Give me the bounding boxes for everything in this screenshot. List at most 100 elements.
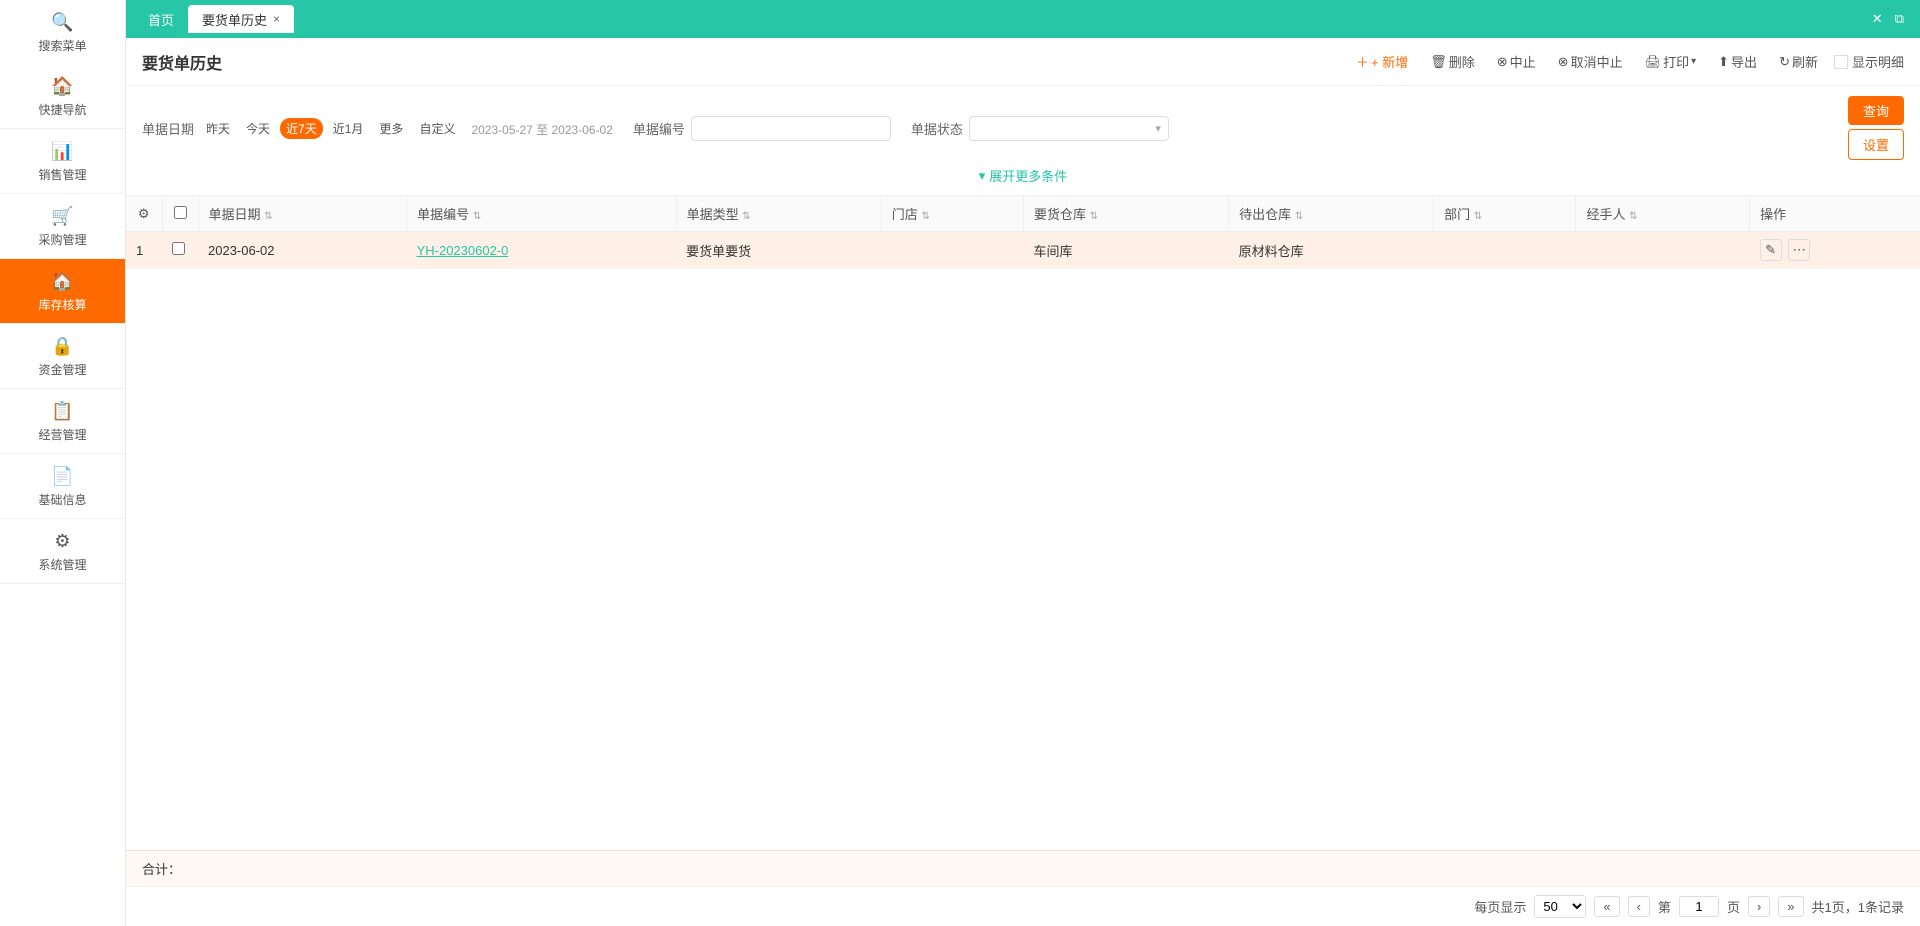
delete-button[interactable]: 🗑 删除	[1424, 48, 1481, 75]
per-page-select[interactable]: 50 10 20 100	[1534, 895, 1586, 918]
pagination: 每页显示 50 10 20 100 « ‹ 第 页 › » 共1页，1条记录	[126, 886, 1920, 926]
page-label: 第	[1658, 897, 1671, 916]
refresh-button[interactable]: ↻ 刷新	[1773, 48, 1824, 75]
first-page-btn[interactable]: «	[1594, 896, 1619, 917]
sort-pending-warehouse-icon: ⇅	[1295, 211, 1303, 222]
page-header: 要货单历史 ＋ + 新增 🗑 删除 ⊗ 中止 ⊗ 取消中止	[126, 38, 1920, 86]
tab-home[interactable]: 首页	[134, 5, 188, 33]
doc-status-wrapper: ▾	[969, 116, 1169, 141]
print-button[interactable]: 🖨 打印 ▾	[1639, 48, 1703, 75]
refresh-icon: ↻	[1779, 54, 1790, 70]
doc-no-label: 单据编号	[633, 119, 685, 138]
doc-status-filter-group: 单据状态 ▾	[911, 116, 1169, 141]
td-num: 1	[126, 232, 162, 269]
prev-page-btn[interactable]: ‹	[1628, 896, 1650, 917]
tabs-bar: 首页 要货单历史 × ✕ ⧉	[126, 0, 1920, 38]
doc-no-link[interactable]: YH-20230602-0	[417, 243, 509, 258]
tab-close-icon[interactable]: ×	[273, 12, 280, 26]
tab-requisition-history[interactable]: 要货单历史 ×	[188, 5, 294, 33]
stop-icon: ⊗	[1497, 54, 1508, 70]
main-area: 首页 要货单历史 × ✕ ⧉ 要货单历史 ＋ + 新增 🗑 删除	[126, 0, 1920, 926]
date-filter-group: 单据日期 昨天 今天 近7天 近1月 更多 自定义 2023-05-27 至 2…	[142, 118, 613, 139]
sidebar-item-inventory[interactable]: 🏠 库存核算	[0, 259, 125, 324]
th-actions: 操作	[1750, 196, 1920, 232]
sort-req-warehouse-icon: ⇅	[1090, 211, 1098, 222]
new-button[interactable]: ＋ + 新增	[1350, 48, 1414, 75]
sort-doc-type-icon: ⇅	[742, 211, 750, 222]
expand-more-btn[interactable]: ▾ 展开更多条件	[142, 166, 1904, 185]
th-handler[interactable]: 经手人 ⇅	[1576, 196, 1750, 232]
sort-store-icon: ⇅	[921, 211, 929, 222]
lock-icon: 🔒	[51, 336, 73, 357]
chevron-down-icon: ▾	[979, 168, 986, 184]
th-checkbox[interactable]	[162, 196, 198, 232]
th-doc-no[interactable]: 单据编号 ⇅	[407, 196, 677, 232]
total-label: 合计：	[142, 862, 181, 877]
export-icon: ⬆	[1718, 54, 1729, 70]
footer-total: 合计：	[126, 850, 1920, 886]
doc-no-input[interactable]	[691, 116, 891, 141]
td-actions: ✎ ⋯	[1750, 232, 1920, 269]
home-icon: 🏠	[51, 76, 73, 97]
date-filter-label: 单据日期	[142, 119, 194, 138]
sidebar-item-system[interactable]: ⚙ 系统管理	[0, 519, 125, 584]
last-page-btn[interactable]: »	[1778, 896, 1803, 917]
td-checkbox[interactable]	[162, 232, 198, 269]
window-restore-btn[interactable]: ⧉	[1895, 11, 1904, 27]
page-input[interactable]	[1679, 896, 1719, 917]
custom-btn[interactable]: 自定义	[413, 118, 461, 139]
doc-status-label: 单据状态	[911, 119, 963, 138]
sidebar-item-finance[interactable]: 🔒 资金管理	[0, 324, 125, 389]
next-page-btn[interactable]: ›	[1748, 896, 1770, 917]
print-icon: 🖨	[1645, 54, 1662, 70]
td-doc-no[interactable]: YH-20230602-0	[407, 232, 677, 269]
th-store[interactable]: 门店 ⇅	[881, 196, 1023, 232]
last1month-btn[interactable]: 近1月	[327, 118, 370, 139]
chart-icon: 📊	[51, 141, 73, 162]
table-header-row: ⚙ 单据日期 ⇅ 单据编号 ⇅	[126, 196, 1920, 232]
row-more-btn[interactable]: ⋯	[1788, 239, 1810, 261]
filter-row: 单据日期 昨天 今天 近7天 近1月 更多 自定义 2023-05-27 至 2…	[142, 96, 1904, 160]
settings-button[interactable]: 设置	[1848, 129, 1904, 160]
sidebar-item-basic-info[interactable]: 📄 基础信息	[0, 454, 125, 519]
basic-info-icon: 📄	[51, 466, 73, 487]
page-content: 要货单历史 ＋ + 新增 🗑 删除 ⊗ 中止 ⊗ 取消中止	[126, 38, 1920, 926]
th-doc-date[interactable]: 单据日期 ⇅	[198, 196, 407, 232]
sidebar-item-sales[interactable]: 📊 销售管理	[0, 129, 125, 194]
today-btn[interactable]: 今天	[240, 118, 276, 139]
row-checkbox[interactable]	[172, 242, 185, 255]
td-req-warehouse: 车间库	[1024, 232, 1229, 269]
page-unit: 页	[1727, 897, 1740, 916]
cancel-stop-button[interactable]: ⊗ 取消中止	[1552, 48, 1629, 75]
query-button[interactable]: 查询	[1848, 96, 1904, 125]
search-icon: 🔍	[51, 12, 73, 33]
filter-area: 单据日期 昨天 今天 近7天 近1月 更多 自定义 2023-05-27 至 2…	[126, 86, 1920, 196]
yesterday-btn[interactable]: 昨天	[200, 118, 236, 139]
th-pending-warehouse[interactable]: 待出仓库 ⇅	[1229, 196, 1434, 232]
cancel-stop-icon: ⊗	[1558, 54, 1569, 70]
sidebar-search[interactable]: 🔍 搜索菜单	[0, 0, 125, 64]
tab-requisition-label: 要货单历史	[202, 10, 267, 29]
display-detail-toggle[interactable]: 显示明细	[1834, 52, 1904, 71]
th-settings[interactable]: ⚙	[126, 196, 162, 232]
sort-doc-date-icon: ⇅	[264, 211, 272, 222]
sidebar-item-quick-nav[interactable]: 🏠 快捷导航	[0, 64, 125, 129]
th-doc-type[interactable]: 单据类型 ⇅	[676, 196, 881, 232]
th-department[interactable]: 部门 ⇅	[1434, 196, 1576, 232]
select-all-checkbox[interactable]	[174, 206, 187, 219]
window-close-btn[interactable]: ✕	[1872, 11, 1883, 27]
td-handler	[1576, 232, 1750, 269]
doc-status-select[interactable]	[969, 116, 1169, 141]
more-btn[interactable]: 更多	[373, 118, 409, 139]
th-req-warehouse[interactable]: 要货仓库 ⇅	[1024, 196, 1229, 232]
total-info: 共1页，1条记录	[1812, 897, 1904, 916]
sidebar-item-purchase[interactable]: 🛒 采购管理	[0, 194, 125, 259]
data-table: ⚙ 单据日期 ⇅ 单据编号 ⇅	[126, 196, 1920, 269]
row-edit-btn[interactable]: ✎	[1760, 239, 1782, 261]
stop-button[interactable]: ⊗ 中止	[1491, 48, 1542, 75]
last7days-btn[interactable]: 近7天	[280, 118, 323, 139]
display-detail-checkbox[interactable]	[1834, 55, 1848, 69]
date-buttons: 昨天 今天 近7天 近1月 更多 自定义	[200, 118, 461, 139]
sidebar-item-operations[interactable]: 📋 经营管理	[0, 389, 125, 454]
export-button[interactable]: ⬆ 导出	[1712, 48, 1763, 75]
